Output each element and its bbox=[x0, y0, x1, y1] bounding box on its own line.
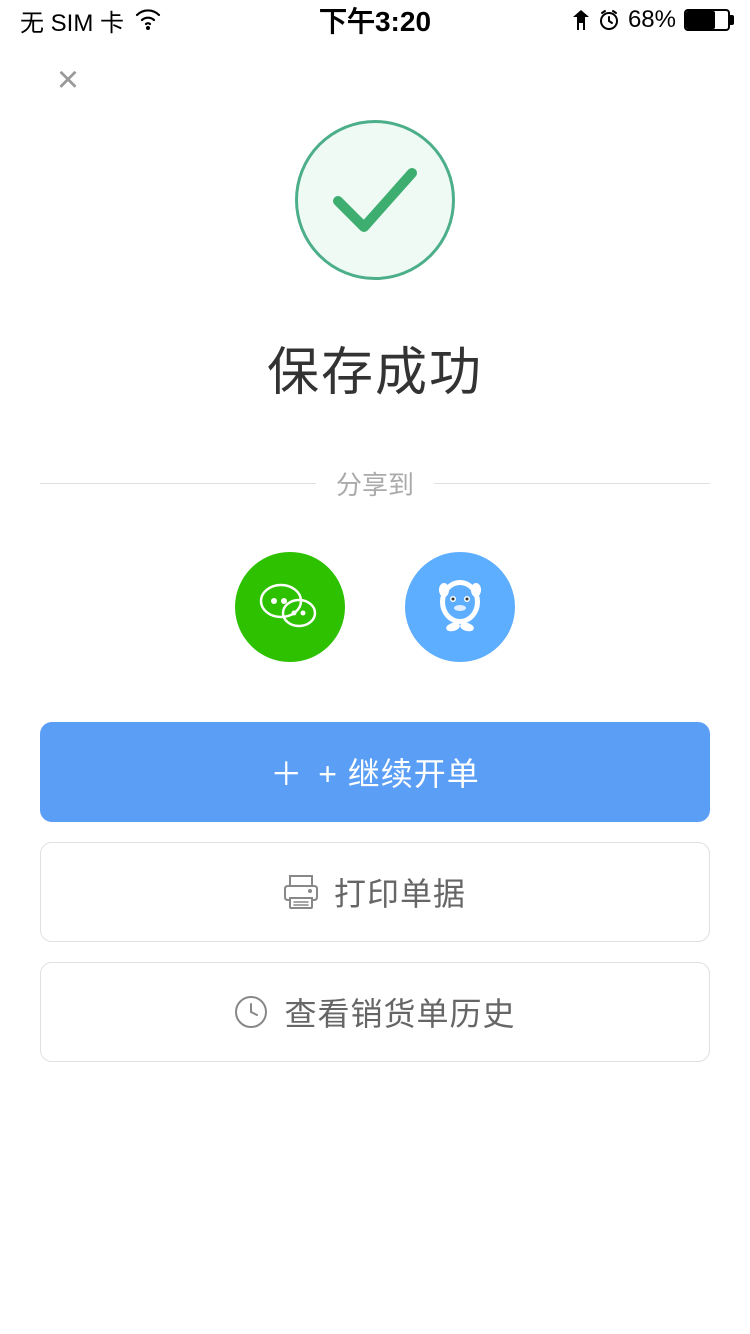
success-circle bbox=[295, 120, 455, 280]
wifi-icon bbox=[134, 9, 162, 31]
qq-share-button[interactable] bbox=[405, 552, 515, 662]
wechat-icon bbox=[257, 579, 323, 635]
status-bar: 无 SIM 卡 下午3:20 68% bbox=[0, 0, 750, 40]
close-icon: × bbox=[57, 61, 79, 99]
print-label: 打印单据 bbox=[334, 869, 466, 915]
share-divider: 分享到 bbox=[40, 465, 710, 502]
status-time: 下午3:20 bbox=[319, 0, 431, 40]
share-label: 分享到 bbox=[336, 465, 414, 502]
divider-right bbox=[434, 483, 710, 484]
battery-percent: 68% bbox=[628, 6, 676, 34]
continue-label: + 继续开单 bbox=[318, 749, 480, 795]
plus-icon: ＋ bbox=[270, 749, 302, 795]
share-icons bbox=[40, 552, 710, 662]
status-right: 68% bbox=[572, 6, 730, 34]
status-left: 无 SIM 卡 bbox=[20, 3, 162, 38]
share-section: 分享到 bbox=[40, 465, 710, 662]
print-button[interactable]: 打印单据 bbox=[40, 842, 710, 942]
main-content: 保存成功 分享到 bbox=[0, 40, 750, 1334]
print-icon bbox=[284, 875, 318, 909]
history-icon bbox=[234, 995, 268, 1029]
continue-button[interactable]: ＋ + 继续开单 bbox=[40, 722, 710, 822]
close-button[interactable]: × bbox=[40, 52, 96, 108]
action-buttons: ＋ + 继续开单 打印单据 查看销货单历史 bbox=[40, 722, 710, 1062]
checkmark-icon bbox=[330, 163, 420, 237]
success-title: 保存成功 bbox=[267, 330, 483, 405]
divider-left bbox=[40, 483, 316, 484]
history-button[interactable]: 查看销货单历史 bbox=[40, 962, 710, 1062]
qq-icon bbox=[432, 574, 488, 640]
battery-icon bbox=[684, 9, 730, 31]
wechat-share-button[interactable] bbox=[235, 552, 345, 662]
alarm-icon bbox=[598, 9, 620, 31]
no-sim-text: 无 SIM 卡 bbox=[20, 3, 124, 38]
history-label: 查看销货单历史 bbox=[284, 989, 515, 1035]
location-icon bbox=[572, 9, 590, 31]
